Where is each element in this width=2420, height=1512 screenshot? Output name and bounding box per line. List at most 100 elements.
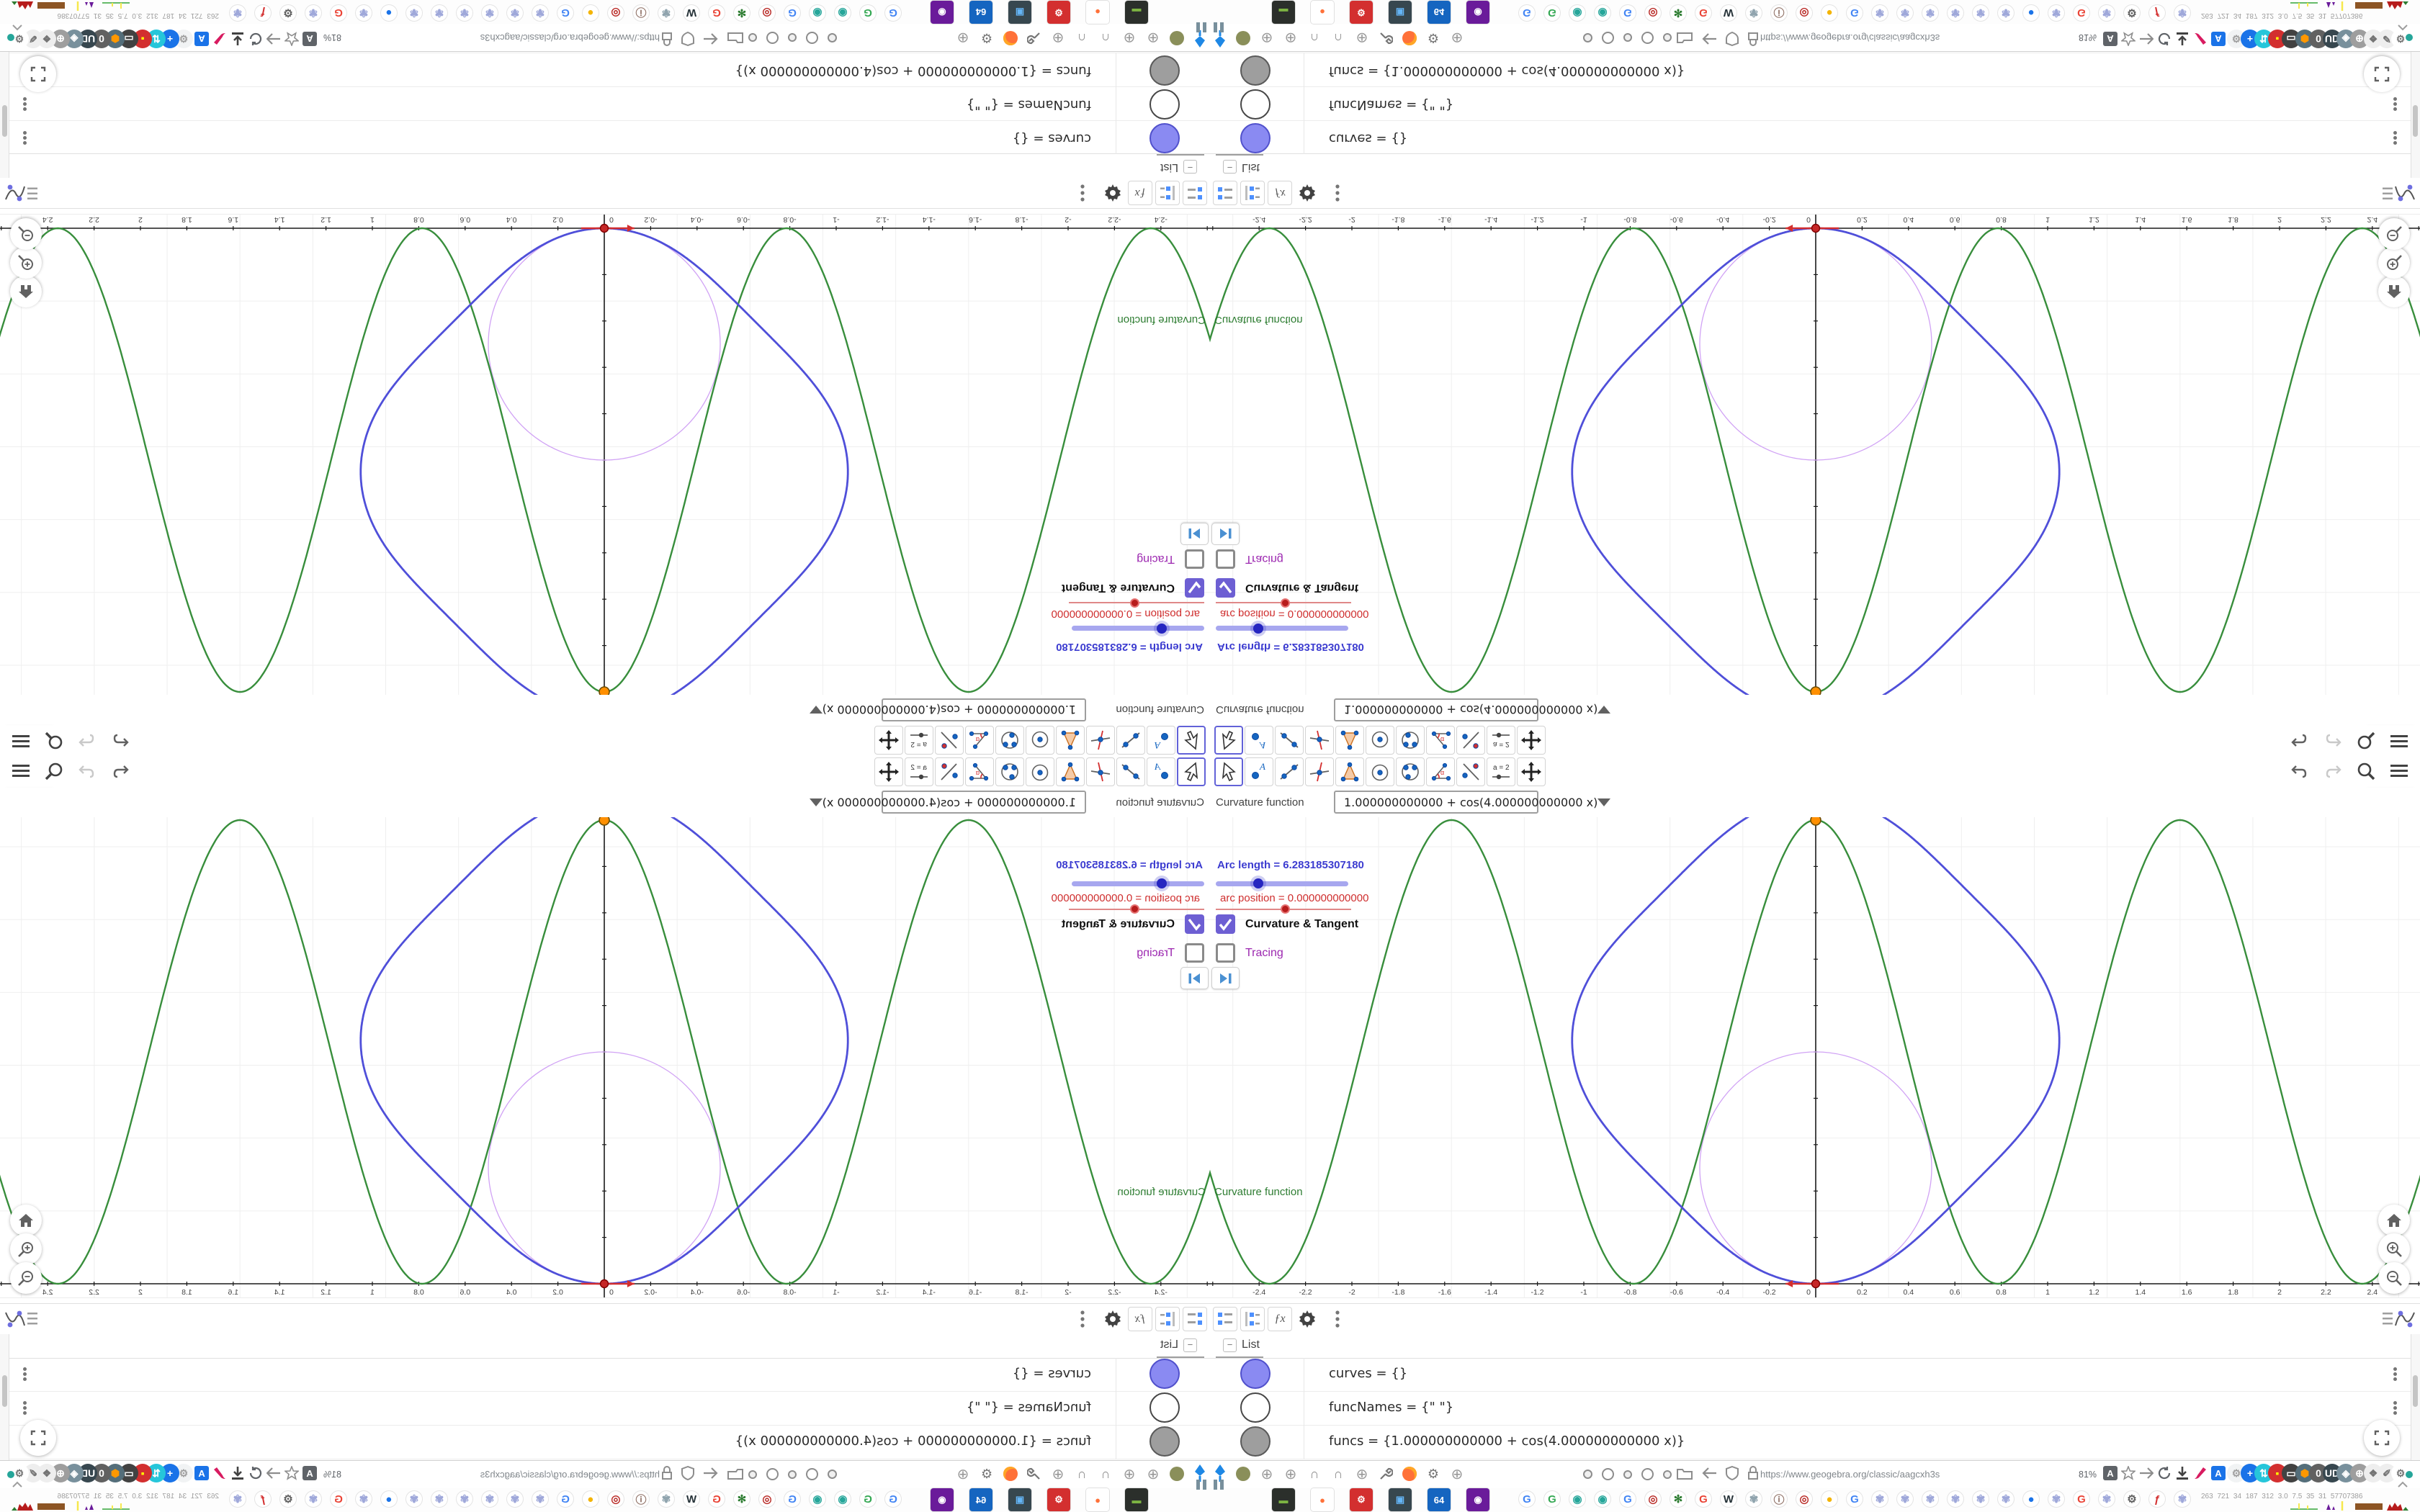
bookmark-favicon[interactable]: ◎	[1644, 1490, 1662, 1508]
algebra-style-list-button[interactable]	[1183, 1307, 1207, 1331]
visibility-marble[interactable]	[1150, 1392, 1180, 1423]
zoom-out-button[interactable]	[2378, 218, 2410, 250]
algebra-row[interactable]: curves = {}	[1210, 1358, 2411, 1392]
algebra-stylebar-icon[interactable]	[3, 181, 40, 205]
algebra-style-tree-button[interactable]	[1155, 181, 1180, 205]
gear-icon[interactable]: ⚙	[1425, 1465, 1442, 1482]
undo-button[interactable]	[2289, 730, 2311, 752]
folder-icon[interactable]	[1677, 1466, 1693, 1480]
redo-button[interactable]	[2322, 730, 2344, 752]
bookmark-favicon[interactable]: ◉	[1594, 4, 1611, 22]
bookmark-favicon[interactable]: G	[784, 4, 801, 22]
arc-length-slider[interactable]	[1072, 881, 1204, 886]
headset-icon[interactable]: ∩	[1306, 1465, 1323, 1482]
back-arrow-icon[interactable]	[703, 32, 719, 46]
bookmark-favicon[interactable]: ●	[2022, 1490, 2040, 1508]
collapse-button[interactable]: −	[1183, 160, 1197, 174]
bookmark-favicon[interactable]: ✾	[506, 1490, 524, 1508]
shield-icon[interactable]	[681, 1466, 694, 1480]
bookmark-favicon[interactable]: ◉	[809, 1490, 826, 1508]
tool-move[interactable]	[1177, 726, 1206, 755]
tool-move[interactable]	[1214, 757, 1243, 786]
app-firefox-icon[interactable]: ●	[1086, 1488, 1109, 1511]
bookmark-favicon[interactable]: ✾	[355, 4, 372, 22]
bookmark-favicon[interactable]: ✾	[1997, 4, 2015, 22]
zoom-in-button[interactable]	[2378, 247, 2410, 279]
row-menu-icon[interactable]	[2390, 1400, 2400, 1417]
bookmark-favicon[interactable]: ✾	[1997, 1490, 2015, 1508]
tool-line[interactable]	[1275, 757, 1304, 786]
algebra-style-list-button[interactable]	[1213, 181, 1237, 205]
dropdown-caret-icon[interactable]	[1597, 706, 1611, 714]
gear-icon[interactable]: ⚙	[978, 1465, 995, 1482]
bookmark-favicon[interactable]: ✾	[405, 4, 423, 22]
reload-icon[interactable]	[248, 32, 263, 46]
tool-reflect-about-line[interactable]	[935, 757, 964, 786]
chevron-up-icon[interactable]	[12, 1481, 23, 1488]
folder-icon[interactable]	[727, 32, 743, 46]
visibility-marble[interactable]	[1240, 89, 1270, 120]
bookmark-favicon[interactable]: ●	[380, 1490, 398, 1508]
bookmark-favicon[interactable]: ◎	[1796, 4, 1813, 22]
bookmark-favicon[interactable]: G	[1518, 4, 1536, 22]
folder-icon[interactable]	[727, 1466, 743, 1480]
bookmark-favicon[interactable]: ✾	[2098, 4, 2115, 22]
shield-icon[interactable]	[681, 32, 694, 46]
chevron-up-icon[interactable]	[12, 24, 23, 31]
arrow-right-icon[interactable]	[266, 1466, 281, 1480]
zoom-out-button[interactable]	[10, 1262, 42, 1294]
algebra-row[interactable]: funcs = {1.000000000000 + cos(4.00000000…	[9, 1426, 1210, 1459]
bookmark-favicon[interactable]: ✾	[658, 4, 675, 22]
bookmark-favicon[interactable]: ⓘ	[1770, 1490, 1788, 1508]
bookmark-favicon[interactable]: ⓘ	[632, 4, 650, 22]
trace-point[interactable]	[599, 817, 610, 826]
url-text[interactable]: https://www.geogebra.org/classic/aagcxh3…	[1760, 32, 1940, 43]
tool-slider[interactable]: a = 2	[1487, 757, 1515, 786]
headset-icon[interactable]: ∩	[1306, 30, 1323, 47]
bookmark-favicon[interactable]: ✾	[481, 1490, 498, 1508]
bookmark-favicon[interactable]: ✾	[405, 1490, 423, 1508]
search-icon[interactable]	[43, 760, 65, 782]
bookmark-favicon[interactable]: ƒ	[254, 4, 272, 22]
bookmark-favicon[interactable]: ◎	[758, 4, 776, 22]
zoom-in-button[interactable]	[10, 1233, 42, 1265]
bookmark-favicon[interactable]: ✾	[658, 1490, 675, 1508]
bookmark-favicon[interactable]: G	[708, 1490, 725, 1508]
globe-icon[interactable]: ⊕	[1121, 30, 1138, 47]
tool-polygon[interactable]	[1335, 757, 1364, 786]
row-menu-icon[interactable]	[20, 1366, 30, 1383]
back-arrow-icon[interactable]	[703, 1466, 719, 1480]
bookmark-favicon[interactable]: ✾	[1896, 4, 1914, 22]
gear-icon[interactable]: ⚙	[978, 30, 995, 47]
globe-icon[interactable]: ⊕	[1448, 1465, 1466, 1482]
translate-dark-icon[interactable]: A	[2103, 32, 2118, 46]
settings-gear-button[interactable]	[1295, 1307, 1319, 1331]
more-options-icon[interactable]	[1070, 181, 1095, 205]
bookmark-favicon[interactable]: ✾	[229, 4, 246, 22]
chevron-up-icon[interactable]	[2397, 1481, 2408, 1488]
wrench-icon[interactable]	[1026, 30, 1043, 47]
algebra-style-tree-button[interactable]	[1240, 181, 1265, 205]
curvature-tangent-checkbox[interactable]	[1216, 578, 1235, 598]
app-firefox-icon[interactable]: ●	[1311, 1488, 1334, 1511]
url-text[interactable]: https://www.geogebra.org/classic/aagcxh3…	[480, 1469, 660, 1480]
bookmark-favicon[interactable]: G	[2073, 4, 2090, 22]
fullscreen-button[interactable]	[2364, 1420, 2400, 1456]
bookmark-favicon[interactable]: ⓘ	[632, 1490, 650, 1508]
row-menu-icon[interactable]	[2390, 129, 2400, 146]
step-button[interactable]	[1211, 523, 1240, 545]
curvature-tangent-checkbox[interactable]	[1185, 914, 1204, 934]
collapse-button[interactable]: −	[1183, 1338, 1197, 1352]
bookmark-favicon[interactable]: G	[1543, 1490, 1561, 1508]
menu-icon[interactable]	[2388, 760, 2410, 782]
fullscreen-button[interactable]	[20, 56, 56, 92]
download-icon[interactable]	[2175, 32, 2190, 46]
brush-icon[interactable]	[2193, 1466, 2208, 1480]
lock-icon[interactable]	[1747, 32, 1759, 46]
algebra-row[interactable]: funcs = {1.000000000000 + cos(4.00000000…	[1210, 1426, 2411, 1459]
fx-button[interactable]: ƒx	[1268, 1307, 1292, 1331]
tool-slider[interactable]: a = 2	[1487, 726, 1515, 755]
step-button[interactable]	[1180, 523, 1209, 545]
app-firefox-icon[interactable]: ●	[1086, 1, 1109, 24]
bookmark-favicon[interactable]: ✾	[229, 1490, 246, 1508]
